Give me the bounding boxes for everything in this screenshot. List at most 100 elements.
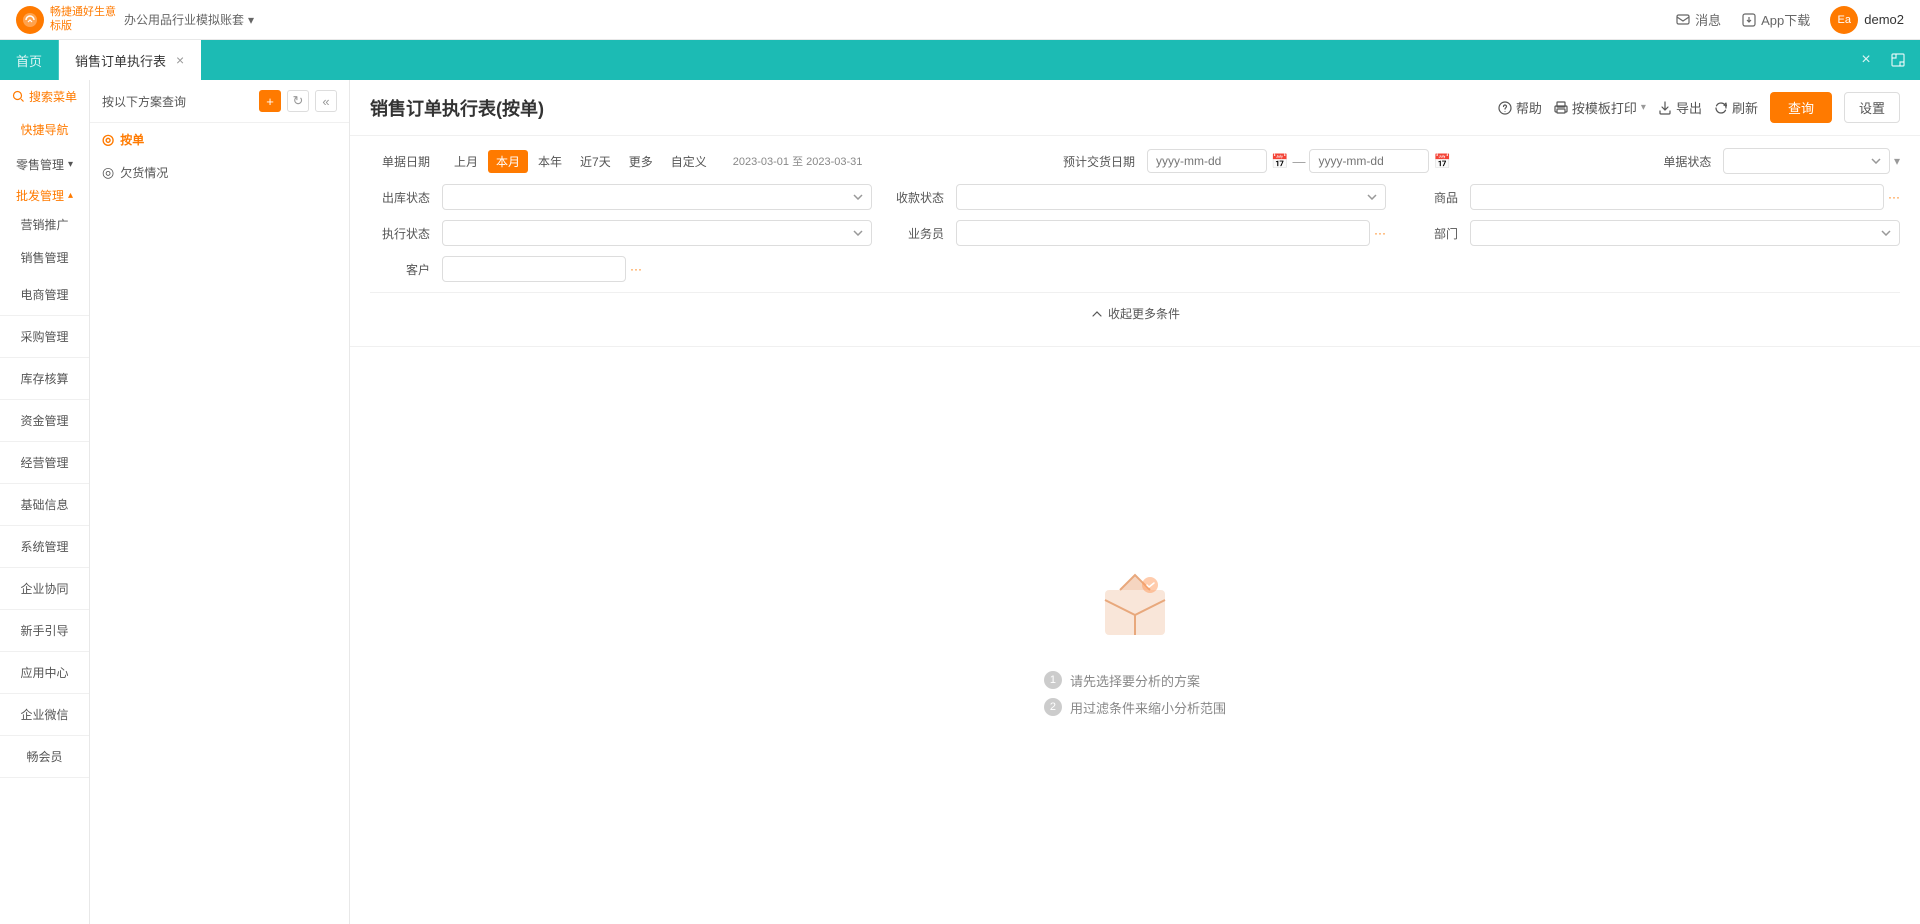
- sidebar-item-marketing[interactable]: 营销推广: [0, 208, 89, 241]
- left-panel: 按以下方案查询 + ↻ « ◎ 按单 ◎ 欠货情况: [90, 80, 350, 924]
- header-left: 畅捷通好生意 标版 办公用品行业模拟账套 ▾: [16, 6, 254, 34]
- sidebar-item-ecommerce[interactable]: 电商管理: [0, 274, 89, 316]
- salesman-ellipsis-btn[interactable]: ···: [1374, 226, 1386, 240]
- nav-tabs-actions: ×: [1844, 40, 1920, 80]
- help-action[interactable]: 帮助: [1498, 98, 1542, 117]
- settings-btn[interactable]: 设置: [1844, 92, 1900, 123]
- payment-label: 收款状态: [884, 189, 944, 206]
- payment-select[interactable]: [956, 184, 1386, 210]
- date-range-tabs: 上月 本月 本年 近7天 更多 自定义: [446, 150, 715, 173]
- sidebar-item-wholesale[interactable]: 批发管理 ▴: [0, 177, 89, 208]
- expected-date-end[interactable]: [1309, 149, 1429, 173]
- left-panel-icons: + ↻ «: [259, 90, 337, 112]
- sidebar-item-basic-info[interactable]: 基础信息: [0, 484, 89, 526]
- tip-num-2: 2: [1044, 698, 1062, 716]
- customer-input-area: ···: [442, 256, 642, 282]
- status-select[interactable]: [1723, 148, 1890, 174]
- sidebar-item-inventory[interactable]: 库存核算: [0, 358, 89, 400]
- expected-date-label: 预计交货日期: [1063, 153, 1135, 170]
- dept-select[interactable]: [1470, 220, 1900, 246]
- sidebar-search[interactable]: 搜索菜单: [0, 80, 89, 113]
- user-area[interactable]: Ea demo2: [1830, 6, 1904, 34]
- empty-tip-1: 1 请先选择要分析的方案: [1044, 671, 1226, 690]
- export-action[interactable]: 导出: [1658, 98, 1702, 117]
- goods-input[interactable]: [1470, 184, 1884, 210]
- tab-close-icon[interactable]: ×: [176, 52, 184, 68]
- user-name[interactable]: demo2: [1864, 12, 1904, 27]
- customer-input[interactable]: [442, 256, 626, 282]
- tip-num-1: 1: [1044, 671, 1062, 689]
- tab-minimize-btn[interactable]: ×: [1852, 46, 1880, 74]
- status-select-area: ▾: [1723, 148, 1900, 174]
- date-tab-more[interactable]: 更多: [621, 150, 661, 173]
- date-tab-thismonth[interactable]: 本月: [488, 150, 528, 173]
- print-action[interactable]: 按模板打印 ▾: [1554, 98, 1646, 117]
- goods-ellipsis-btn[interactable]: ···: [1888, 190, 1900, 204]
- tab-maximize-btn[interactable]: [1884, 46, 1912, 74]
- sidebar-item-app-center[interactable]: 应用中心: [0, 652, 89, 694]
- date-tab-thisyear[interactable]: 本年: [530, 150, 570, 173]
- sidebar-item-wechat[interactable]: 企业微信: [0, 694, 89, 736]
- download-icon: [1741, 12, 1757, 28]
- filter-row-exec: 执行状态 业务员 ··· 部门: [370, 220, 1900, 246]
- maximize-icon: [1891, 53, 1905, 67]
- filter-row-delivery: 出库状态 收款状态 商品: [370, 184, 1900, 210]
- print-icon: [1554, 101, 1568, 115]
- collapse-btn[interactable]: 收起更多条件: [370, 301, 1900, 326]
- empty-tips: 1 请先选择要分析的方案 2 用过滤条件来缩小分析范围: [1044, 671, 1226, 717]
- nav-tabs-bar: 首页 销售订单执行表 × ×: [0, 40, 1920, 80]
- top-header: 畅捷通好生意 标版 办公用品行业模拟账套 ▾ 消息 App下载 Ea: [0, 0, 1920, 40]
- add-plan-btn[interactable]: +: [259, 90, 281, 112]
- status-expand-icon[interactable]: ▾: [1894, 154, 1900, 168]
- right-panel: 销售订单执行表(按单) 帮助: [350, 80, 1920, 924]
- empty-illustration: [1085, 555, 1185, 655]
- refresh-icon: [1714, 101, 1728, 115]
- exec-select-area: [442, 220, 872, 246]
- date-tab-lastmonth[interactable]: 上月: [446, 150, 486, 173]
- customer-ellipsis-btn[interactable]: ···: [630, 262, 642, 276]
- sidebar-item-purchase[interactable]: 采购管理: [0, 316, 89, 358]
- message-action[interactable]: 消息: [1675, 10, 1721, 29]
- filter-area: 单据日期 上月 本月 本年 近7天 更多 自定义 2023-03-01 至 20…: [350, 136, 1920, 347]
- sidebar-item-finance[interactable]: 资金管理: [0, 400, 89, 442]
- sidebar-item-sales[interactable]: 销售管理: [0, 241, 89, 274]
- calendar-start-icon[interactable]: 📅: [1271, 153, 1288, 170]
- salesman-input-area: ···: [956, 220, 1386, 246]
- sidebar-item-management[interactable]: 经营管理: [0, 442, 89, 484]
- sidebar-item-guide[interactable]: 新手引导: [0, 610, 89, 652]
- sidebar-item-system[interactable]: 系统管理: [0, 526, 89, 568]
- expected-date-group: 📅 — 📅: [1147, 149, 1451, 173]
- date-range-text: 2023-03-01 至 2023-03-31: [733, 153, 863, 169]
- collapse-panel-btn[interactable]: «: [315, 90, 337, 112]
- delivery-select[interactable]: [442, 184, 872, 210]
- goods-label: 商品: [1398, 189, 1458, 206]
- search-btn[interactable]: 查询: [1770, 92, 1832, 123]
- expected-date-start[interactable]: [1147, 149, 1267, 173]
- left-panel-item-shortage[interactable]: ◎ 欠货情况: [90, 156, 349, 189]
- payment-select-area: [956, 184, 1386, 210]
- sidebar-quicknav[interactable]: 快捷导航: [0, 113, 89, 146]
- tab-home[interactable]: 首页: [0, 40, 59, 80]
- date-tab-custom[interactable]: 自定义: [663, 150, 715, 173]
- calendar-end-icon[interactable]: 📅: [1433, 153, 1450, 170]
- refresh-plan-btn[interactable]: ↻: [287, 90, 309, 112]
- sidebar-item-retail[interactable]: 零售管理 ▾: [0, 146, 89, 177]
- date-tab-last7[interactable]: 近7天: [572, 150, 619, 173]
- download-action[interactable]: App下载: [1741, 10, 1810, 29]
- delivery-label: 出库状态: [370, 189, 430, 206]
- exec-select[interactable]: [442, 220, 872, 246]
- salesman-input[interactable]: [956, 220, 1370, 246]
- refresh-action[interactable]: 刷新: [1714, 98, 1758, 117]
- order-icon: ◎: [102, 131, 114, 148]
- page-title: 销售订单执行表(按单): [370, 95, 544, 121]
- left-panel-item-order[interactable]: ◎ 按单: [90, 123, 349, 156]
- sidebar-item-member[interactable]: 畅会员: [0, 736, 89, 778]
- exec-label: 执行状态: [370, 225, 430, 242]
- breadcrumb: 办公用品行业模拟账套 ▾: [124, 11, 254, 28]
- content-area: 按以下方案查询 + ↻ « ◎ 按单 ◎ 欠货情况: [90, 80, 1920, 924]
- page-title-bar: 销售订单执行表(按单) 帮助: [350, 80, 1920, 136]
- tab-sales-order[interactable]: 销售订单执行表 ×: [59, 40, 201, 80]
- sidebar-item-enterprise[interactable]: 企业协同: [0, 568, 89, 610]
- status-label: 单据状态: [1651, 153, 1711, 170]
- main-layout: 搜索菜单 快捷导航 零售管理 ▾ 批发管理 ▴ 营销推广 销售管理 电商管理 采…: [0, 80, 1920, 924]
